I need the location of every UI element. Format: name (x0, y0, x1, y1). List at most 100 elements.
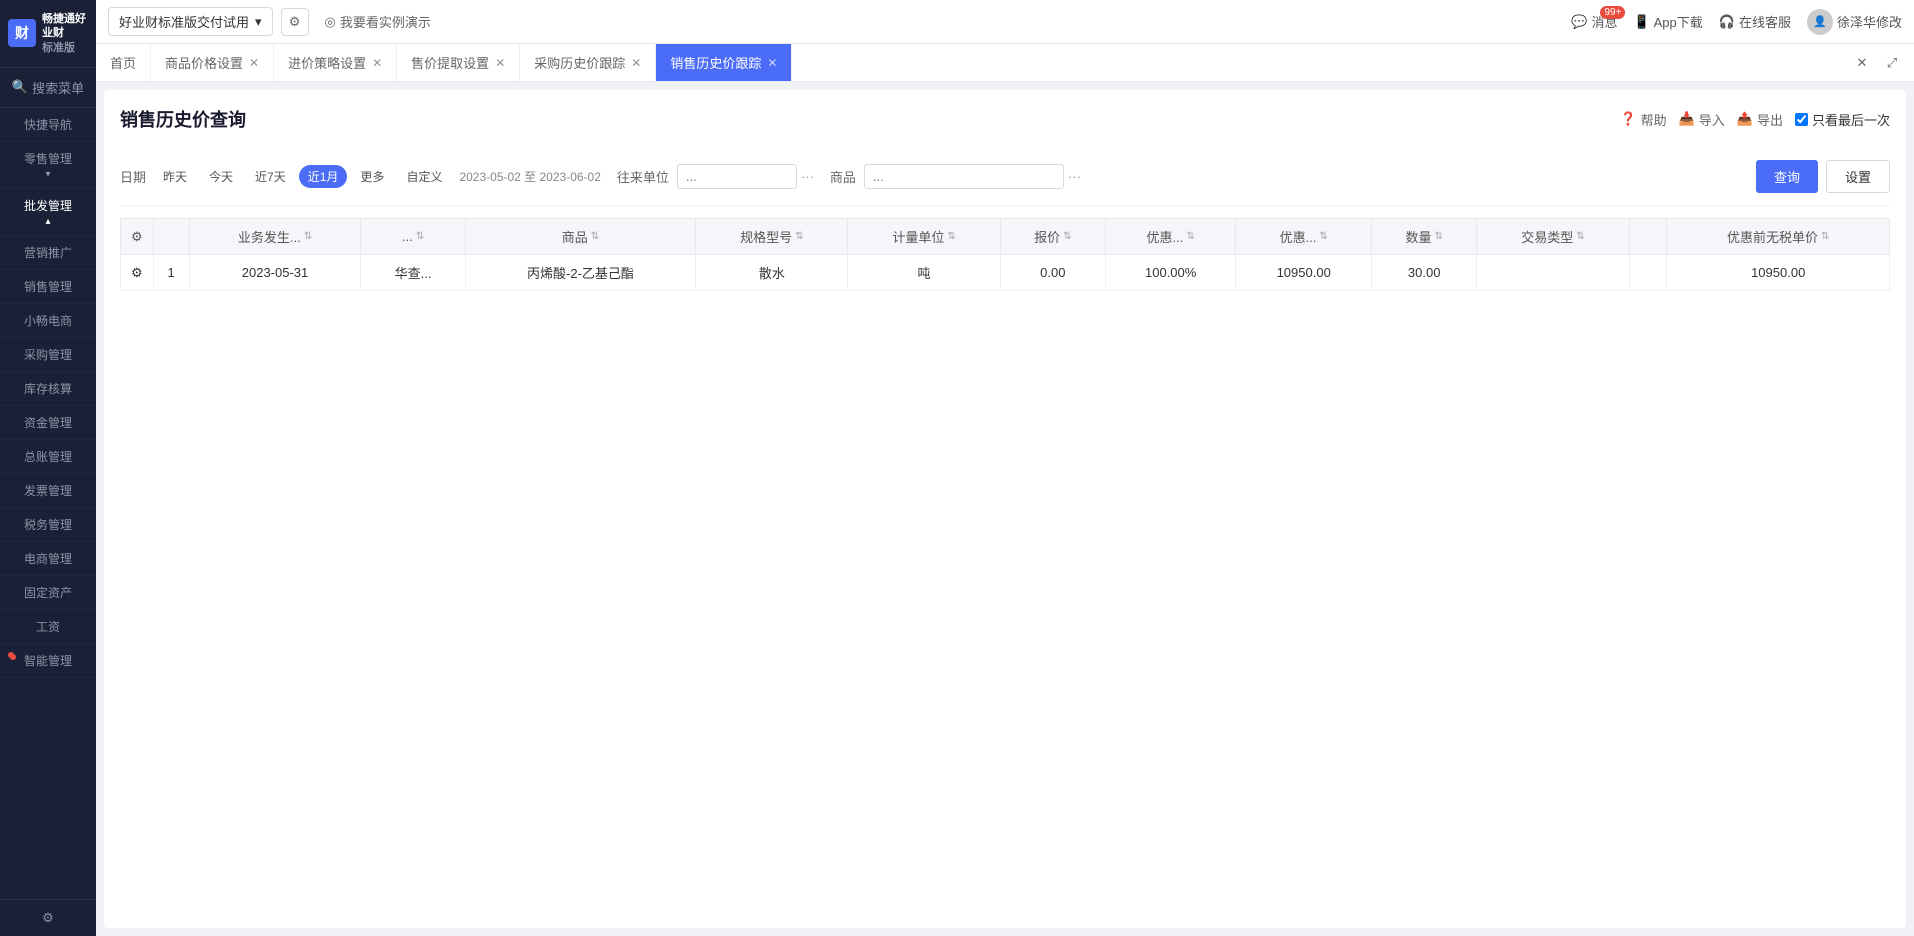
version-select[interactable]: 好业财标准版交付试用 ▾ (108, 7, 273, 36)
source-unit-filter-group: 往来单位 ··· (617, 164, 814, 189)
col-date[interactable]: 业务发生... ⇅ (189, 219, 361, 255)
sidebar-settings-button[interactable]: ⚙ (0, 899, 96, 936)
source-unit-more-icon[interactable]: ··· (801, 169, 814, 184)
col-unit[interactable]: 计量单位 ⇅ (848, 219, 1000, 255)
sidebar-item-inventory[interactable]: 库存核算 (0, 372, 96, 406)
demo-icon: ◎ (325, 14, 336, 30)
col-discount2-sort-icon: ⇅ (1319, 231, 1327, 242)
source-unit-input[interactable] (677, 164, 797, 189)
date-buttons: 昨天 今天 近7天 近1月 更多 自定义 (154, 165, 451, 188)
tab-home-label: 首页 (110, 53, 136, 72)
demo-link[interactable]: ◎ 我要看实例演示 (325, 12, 431, 31)
message-badge: 99+ (1600, 6, 1625, 19)
sidebar-item-payroll[interactable]: 工资 (0, 610, 96, 644)
date-btn-1month[interactable]: 近1月 (299, 165, 348, 188)
sidebar-item-tax[interactable]: 税务管理 (0, 508, 96, 542)
sidebar-item-smart[interactable]: 智能管理 (0, 644, 96, 678)
tab-home[interactable]: 首页 (96, 44, 151, 82)
col-price[interactable]: 报价 ⇅ (1000, 219, 1105, 255)
tab-purchase-history[interactable]: 采购历史价跟踪 ✕ (520, 44, 656, 82)
date-btn-today[interactable]: 今天 (200, 165, 242, 188)
col-pretax-price-label: 优惠前无税单价 (1727, 227, 1818, 246)
page-actions: ❓ 帮助 📥 导入 📤 导出 只看最后一次 (1620, 110, 1890, 129)
online-service-button[interactable]: 🎧 在线客服 (1719, 12, 1791, 31)
topbar-settings-button[interactable]: ⚙ (281, 8, 309, 36)
app-download-button[interactable]: 📱 App下载 (1633, 12, 1702, 31)
col-trade-type-sort-icon: ⇅ (1576, 231, 1584, 242)
last-only-checkbox-label[interactable]: 只看最后一次 (1795, 110, 1890, 129)
topbar-settings-icon: ⚙ (289, 14, 301, 30)
tab-purchase-strategy[interactable]: 进价策略设置 ✕ (274, 44, 397, 82)
sales-label: 销售管理 (24, 278, 72, 295)
sidebar-item-sales[interactable]: 销售管理 (0, 270, 96, 304)
sidebar-item-ecom[interactable]: 电商管理 (0, 542, 96, 576)
sidebar-item-marketing[interactable]: 营销推广 (0, 236, 96, 270)
tab-sale-extract-close[interactable]: ✕ (495, 56, 505, 70)
import-label: 导入 (1699, 110, 1725, 129)
commodity-input[interactable] (864, 164, 1064, 189)
date-btn-more[interactable]: 更多 (351, 165, 393, 188)
page-header: 销售历史价查询 ❓ 帮助 📥 导入 📤 导出 只看最后一次 (120, 106, 1890, 132)
assets-label: 固定资产 (24, 584, 72, 601)
inventory-label: 库存核算 (24, 380, 72, 397)
row-settings-cell[interactable]: ⚙ (121, 255, 154, 291)
col-discount2[interactable]: 优惠... ⇅ (1236, 219, 1372, 255)
sidebar-item-invoice[interactable]: 发票管理 (0, 474, 96, 508)
col-qty[interactable]: 数量 ⇅ (1372, 219, 1477, 255)
sidebar-item-assets[interactable]: 固定资产 (0, 576, 96, 610)
col-spec-label: 规格型号 (740, 227, 792, 246)
sidebar-item-ledger[interactable]: 总账管理 (0, 440, 96, 474)
tab-sales-history-close[interactable]: ✕ (767, 56, 777, 70)
smart-dot-icon (8, 652, 14, 658)
import-button[interactable]: 📥 导入 (1679, 110, 1725, 129)
row-discount1: 100.00% (1105, 255, 1235, 291)
col-settings-icon: ⚙ (131, 229, 143, 244)
tab-commodity-price-close[interactable]: ✕ (249, 56, 259, 70)
sidebar-item-wholesale[interactable]: 批发管理 ▴ (0, 189, 96, 236)
help-label: 帮助 (1641, 110, 1667, 129)
wholesale-label: 批发管理 (24, 197, 72, 214)
page-title: 销售历史价查询 (120, 106, 246, 132)
tab-purchase-strategy-close[interactable]: ✕ (372, 56, 382, 70)
col-discount1[interactable]: 优惠... ⇅ (1105, 219, 1235, 255)
sidebar-item-retail[interactable]: 零售管理 ▾ (0, 142, 96, 189)
last-only-label: 只看最后一次 (1812, 110, 1890, 129)
col-settings[interactable]: ⚙ (121, 219, 154, 255)
tab-sale-extract[interactable]: 售价提取设置 ✕ (397, 44, 520, 82)
tab-maximize-button[interactable]: ⤢ (1878, 49, 1906, 77)
query-button[interactable]: 查询 (1756, 160, 1818, 193)
filter-bar: 日期 昨天 今天 近7天 近1月 更多 自定义 2023-05-02 至 202… (120, 148, 1890, 206)
sidebar-item-finance[interactable]: 资金管理 (0, 406, 96, 440)
filter-actions: 查询 设置 (1756, 160, 1890, 193)
tab-sales-history[interactable]: 销售历史价跟踪 ✕ (656, 44, 792, 82)
sidebar-search[interactable]: 🔍 搜索菜单 (0, 68, 96, 108)
tax-label: 税务管理 (24, 516, 72, 533)
col-trade-type[interactable]: 交易类型 ⇅ (1477, 219, 1629, 255)
message-icon: 💬 (1571, 14, 1587, 30)
sidebar-item-quick-nav[interactable]: 快捷导航 (0, 108, 96, 142)
col-unit-label: 计量单位 (892, 227, 944, 246)
col-commodity[interactable]: 商品 ⇅ (465, 219, 696, 255)
date-btn-7days[interactable]: 近7天 (246, 165, 295, 188)
settings-button[interactable]: 设置 (1826, 160, 1890, 193)
tabbar-controls: ✕ ⤢ (1848, 49, 1914, 77)
message-button[interactable]: 💬 消息 99+ (1571, 12, 1617, 31)
help-link[interactable]: ❓ 帮助 (1620, 110, 1666, 129)
tab-commodity-price[interactable]: 商品价格设置 ✕ (151, 44, 274, 82)
col-more[interactable]: ... ⇅ (361, 219, 465, 255)
user-menu[interactable]: 👤 徐泽华修改 (1807, 9, 1902, 35)
sidebar-logo: 财 畅捷通好业财 标准版 (0, 0, 96, 68)
export-button[interactable]: 📤 导出 (1737, 110, 1783, 129)
last-only-checkbox[interactable] (1795, 113, 1808, 126)
user-name-label: 徐泽华修改 (1837, 12, 1902, 31)
sidebar-item-purchase[interactable]: 采购管理 (0, 338, 96, 372)
sidebar-item-ecom-small[interactable]: 小畅电商 (0, 304, 96, 338)
tab-purchase-history-close[interactable]: ✕ (631, 56, 641, 70)
commodity-more-icon[interactable]: ··· (1068, 169, 1081, 184)
row-spec: 散水 (696, 255, 848, 291)
tab-close-all-button[interactable]: ✕ (1848, 49, 1876, 77)
date-btn-custom[interactable]: 自定义 (397, 165, 451, 188)
col-spec[interactable]: 规格型号 ⇅ (696, 219, 848, 255)
date-btn-yesterday[interactable]: 昨天 (154, 165, 196, 188)
col-pretax-price[interactable]: 优惠前无税单价 ⇅ (1667, 219, 1890, 255)
